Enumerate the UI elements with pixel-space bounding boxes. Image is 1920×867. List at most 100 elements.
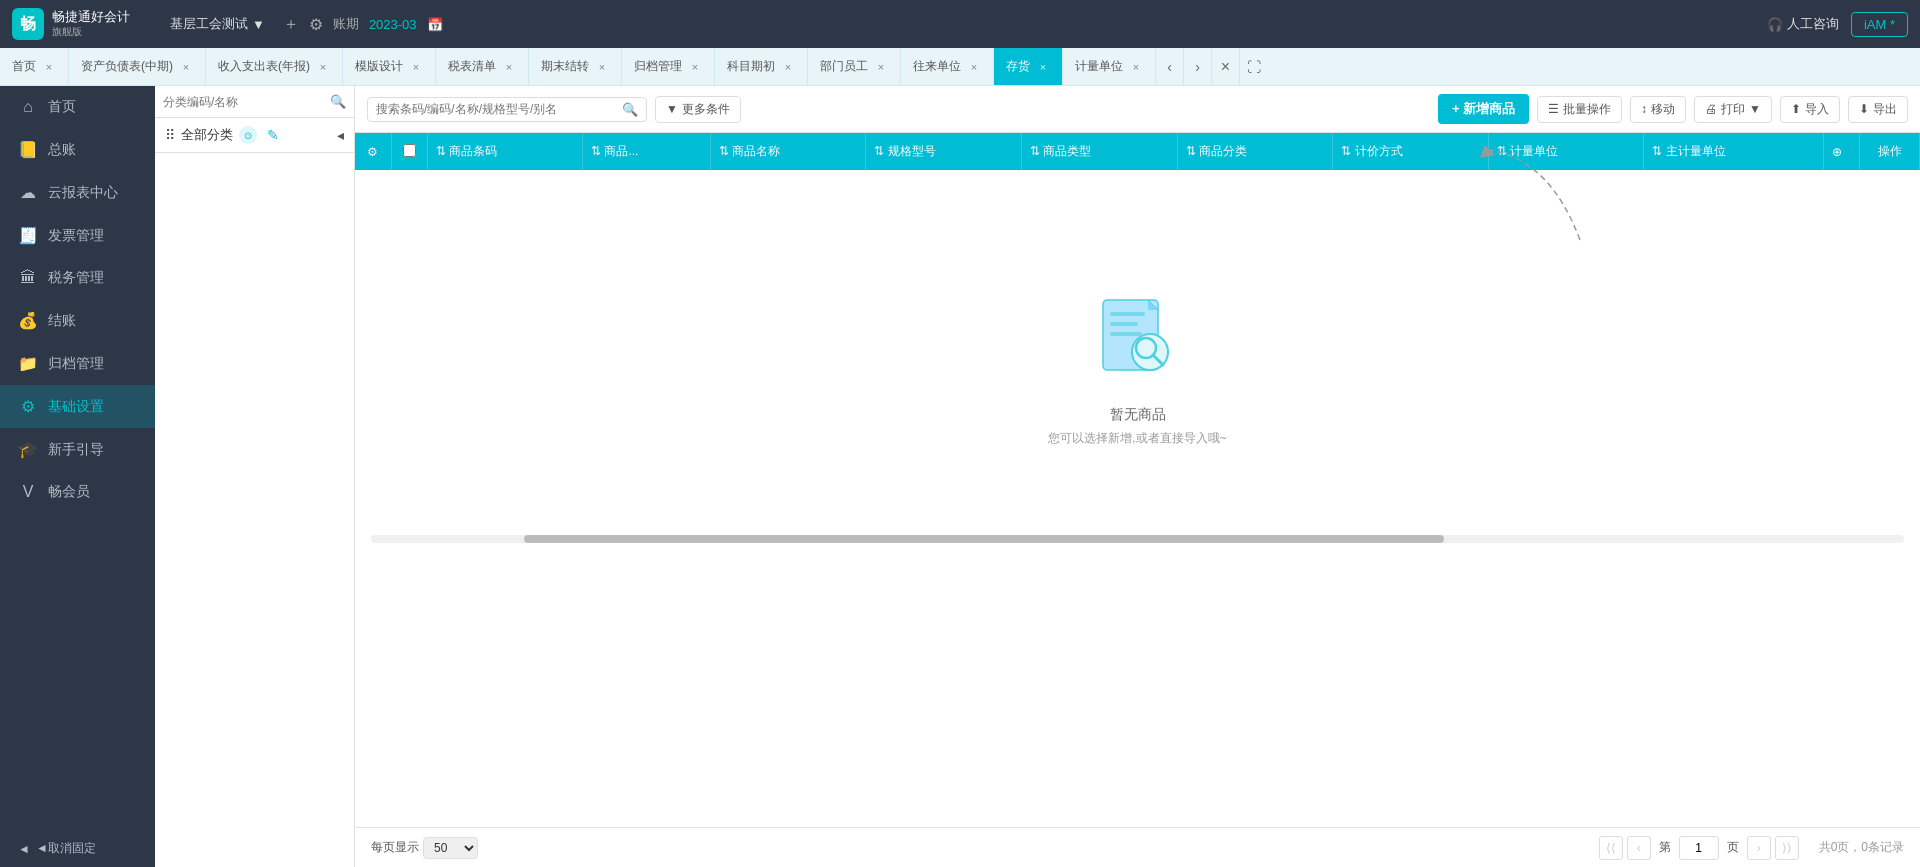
sidebar-item-archive[interactable]: 📁 归档管理 (0, 342, 155, 385)
move-button[interactable]: ↕ 移动 (1630, 96, 1686, 123)
table-header-row: ⚙ ⇅ 商品条码 ⇅ 商品... (355, 133, 1920, 170)
table-col-barcode[interactable]: ⇅ 商品条码 (427, 133, 583, 170)
tab-home[interactable]: 首页 × (0, 48, 69, 86)
top-header: 畅 畅捷通好会计 旗舰版 基层工会测试 ▼ ＋ ⚙ 账期 2023-03 📅 🎧… (0, 0, 1920, 48)
tab-bar: 首页 × 资产负债表(中期) × 收入支出表(年报) × 模版设计 × 税表清单… (0, 48, 1920, 86)
tab-balance[interactable]: 资产负债表(中期) × (69, 48, 206, 86)
settings-icon[interactable]: ⚙ (309, 15, 323, 34)
sidebar-item-closing[interactable]: 💰 结账 (0, 299, 155, 342)
tab-period-end[interactable]: 期末结转 × (529, 48, 622, 86)
col-name-label: ⇅ 商品名称 (719, 144, 780, 158)
table-col-extra[interactable]: ⊕ (1824, 133, 1860, 170)
col-barcode-label: ⇅ 商品条码 (436, 144, 497, 158)
calendar-icon[interactable]: 📅 (427, 17, 443, 32)
sidebar-label-newbie: 新手引导 (48, 441, 104, 459)
category-search-input[interactable] (163, 95, 326, 109)
table-col-main-unit[interactable]: ⇅ 主计量单位 (1644, 133, 1824, 170)
export-label: 导出 (1873, 101, 1897, 118)
tab-income-label: 收入支出表(年报) (218, 58, 310, 75)
svg-marker-0 (1480, 145, 1495, 158)
sidebar-item-invoice[interactable]: 🧾 发票管理 (0, 214, 155, 257)
batch-button[interactable]: ☰ 批量操作 (1537, 96, 1622, 123)
export-button[interactable]: ⬇ 导出 (1848, 96, 1908, 123)
tab-subject-close[interactable]: × (781, 60, 795, 74)
tab-inventory[interactable]: 存货 × (994, 48, 1063, 86)
right-panel: 🔍 ▼ 更多条件 + 新增商品 ☰ 批量操作 ↕ 移动 (355, 86, 1920, 867)
company-selector[interactable]: 基层工会测试 ▼ (162, 11, 273, 37)
tab-partner[interactable]: 往来单位 × (901, 48, 994, 86)
product-search-input[interactable] (376, 102, 618, 116)
tab-archive[interactable]: 归档管理 × (622, 48, 715, 86)
col-category-label: ⇅ 商品分类 (1186, 144, 1247, 158)
sidebar-unpin-button[interactable]: ◄ ◄取消固定 (0, 830, 155, 867)
left-panel: 🔍 ⠿ 全部分类 ⊙ ✎ ◂ (155, 86, 355, 867)
help-button[interactable]: 🎧 人工咨询 (1767, 15, 1839, 33)
tab-next-button[interactable]: › (1184, 48, 1212, 86)
collapse-panel-icon[interactable]: ◂ (337, 127, 344, 143)
grid-icon: ⠿ (165, 127, 175, 143)
tab-department-close[interactable]: × (874, 60, 888, 74)
batch-label: 批量操作 (1563, 101, 1611, 118)
last-page-button[interactable]: ⟩⟩ (1775, 836, 1799, 860)
tab-home-close[interactable]: × (42, 60, 56, 74)
filter-button[interactable]: ▼ 更多条件 (655, 96, 741, 123)
table-col-type[interactable]: ⇅ 商品类型 (1022, 133, 1178, 170)
category-search-icon[interactable]: 🔍 (330, 94, 346, 109)
add-product-button[interactable]: + 新增商品 (1438, 94, 1529, 124)
tab-subject[interactable]: 科目期初 × (715, 48, 808, 86)
add-icon[interactable]: ＋ (283, 14, 299, 35)
horizontal-scrollbar[interactable] (355, 527, 1920, 551)
import-button[interactable]: ⬆ 导入 (1780, 96, 1840, 123)
tab-taxclear[interactable]: 税表清单 × (436, 48, 529, 86)
table-col-spec[interactable]: ⇅ 规格型号 (866, 133, 1022, 170)
tab-prev-button[interactable]: ‹ (1156, 48, 1184, 86)
sidebar-item-basic[interactable]: ⚙ 基础设置 (0, 385, 155, 428)
tab-archive-label: 归档管理 (634, 58, 682, 75)
select-all-checkbox[interactable] (403, 144, 416, 157)
period-value[interactable]: 2023-03 (369, 17, 417, 32)
table-col-settings[interactable]: ⚙ (355, 133, 391, 170)
table-col-code[interactable]: ⇅ 商品... (583, 133, 711, 170)
tab-template[interactable]: 模版设计 × (343, 48, 436, 86)
sidebar-item-reports[interactable]: ☁ 云报表中心 (0, 171, 155, 214)
tab-archive-close[interactable]: × (688, 60, 702, 74)
product-search-icon[interactable]: 🔍 (622, 102, 638, 117)
page-label: 第 (1659, 839, 1671, 856)
app-name: 畅捷通好会计 (52, 9, 130, 25)
account-button[interactable]: iAM * (1851, 12, 1908, 37)
table-col-category[interactable]: ⇅ 商品分类 (1177, 133, 1333, 170)
tab-template-close[interactable]: × (409, 60, 423, 74)
tab-balance-close[interactable]: × (179, 60, 193, 74)
tab-maximize-button[interactable]: ⛶ (1240, 48, 1268, 86)
tab-unit-close[interactable]: × (1129, 60, 1143, 74)
next-page-button[interactable]: › (1747, 836, 1771, 860)
print-button[interactable]: 🖨 打印 ▼ (1694, 96, 1772, 123)
tab-inventory-close[interactable]: × (1036, 60, 1050, 74)
tab-taxclear-close[interactable]: × (502, 60, 516, 74)
prev-page-button[interactable]: ‹ (1627, 836, 1651, 860)
edit-category-icon[interactable]: ✎ (267, 127, 279, 143)
table-col-checkbox[interactable] (391, 133, 427, 170)
import-label: 导入 (1805, 101, 1829, 118)
app-edition: 旗舰版 (52, 25, 130, 39)
col-main-unit-label: ⇅ 主计量单位 (1652, 144, 1725, 158)
table-col-name[interactable]: ⇅ 商品名称 (710, 133, 866, 170)
sidebar-item-ledger[interactable]: 📒 总账 (0, 128, 155, 171)
per-page-select[interactable]: 10 20 50 100 (423, 837, 478, 859)
sidebar-item-member[interactable]: V 畅会员 (0, 471, 155, 513)
sidebar-item-tax[interactable]: 🏛 税务管理 (0, 257, 155, 299)
tab-unit[interactable]: 计量单位 × (1063, 48, 1156, 86)
tab-close-all-button[interactable]: × (1212, 48, 1240, 86)
page-number-input[interactable] (1679, 836, 1719, 860)
tab-income-close[interactable]: × (316, 60, 330, 74)
tab-period-end-close[interactable]: × (595, 60, 609, 74)
first-page-button[interactable]: ⟨⟨ (1599, 836, 1623, 860)
account-label: iAM * (1864, 17, 1895, 32)
sidebar-item-home[interactable]: ⌂ 首页 (0, 86, 155, 128)
product-table: ⚙ ⇅ 商品条码 ⇅ 商品... (355, 133, 1920, 170)
sidebar-label-invoice: 发票管理 (48, 227, 104, 245)
tab-department[interactable]: 部门员工 × (808, 48, 901, 86)
tab-partner-close[interactable]: × (967, 60, 981, 74)
sidebar-item-newbie[interactable]: 🎓 新手引导 (0, 428, 155, 471)
tab-income[interactable]: 收入支出表(年报) × (206, 48, 343, 86)
